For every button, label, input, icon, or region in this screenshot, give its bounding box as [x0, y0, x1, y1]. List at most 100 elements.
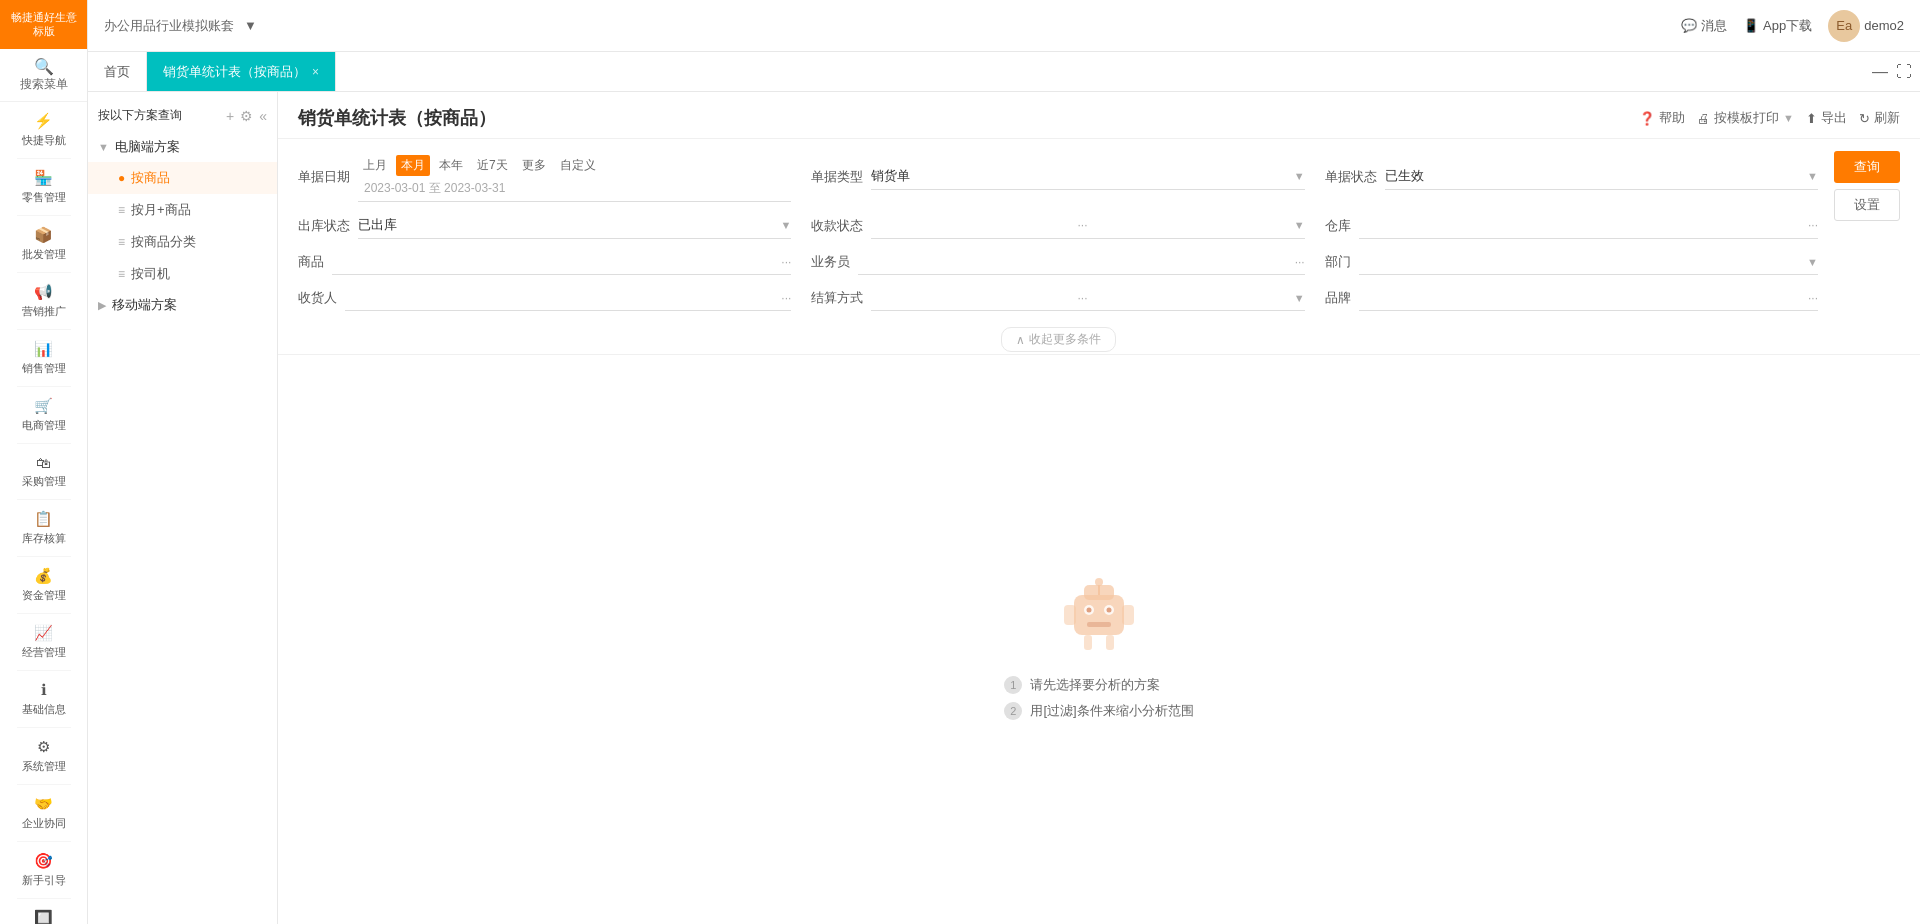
svg-rect-10 [1122, 605, 1134, 625]
sidebar-item-9[interactable]: 📈经营管理 [17, 614, 71, 671]
empty-icon [1049, 560, 1149, 660]
sidebar-item-7[interactable]: 📋库存核算 [17, 500, 71, 557]
print-btn[interactable]: 🖨 按模板打印 ▼ [1697, 109, 1794, 127]
recvstatus-arrow: ▼ [1294, 219, 1305, 231]
nav-icon: 📊 [34, 340, 53, 358]
tab-close-btn[interactable]: × [312, 65, 319, 79]
workspace-dropdown[interactable]: ▼ [244, 18, 257, 33]
header-right: 💬 消息 📱 App下载 Ea demo2 [1681, 10, 1904, 42]
sidebar-item-4[interactable]: 📊销售管理 [17, 330, 71, 387]
filter-dept-item: 部门 ▼ [1325, 249, 1818, 275]
page-title-bar: 销货单统计表（按商品） ❓ 帮助 🖨 按模板打印 ▼ ⬆ 导出 [278, 92, 1920, 139]
export-icon: ⬆ [1806, 111, 1817, 126]
scheme-item-driver[interactable]: ≡ 按司机 [88, 258, 277, 290]
docstatus-value: 已生效 [1385, 167, 1424, 185]
scheme-label-goods: 按商品 [131, 169, 170, 187]
sidebar-item-6[interactable]: 🛍采购管理 [17, 444, 71, 500]
app-download-btn[interactable]: 📱 App下载 [1743, 17, 1812, 35]
sidebar-item-14[interactable]: 🔲应用中心 [17, 899, 71, 924]
salesperson-input[interactable]: ··· [858, 249, 1304, 275]
payment-input[interactable]: ··· ▼ [871, 285, 1304, 311]
filter-and-query: 单据日期 上月 本月 本年 近7天 更多 自定义 20 [278, 139, 1920, 355]
tab-minimize-btn[interactable]: — [1872, 63, 1888, 81]
download-icon: 📱 [1743, 18, 1759, 33]
filter-warehouse-item: 仓库 ··· [1325, 212, 1818, 239]
scheme-item-month-goods[interactable]: ≡ 按月+商品 [88, 194, 277, 226]
sidebar-item-12[interactable]: 🤝企业协同 [17, 785, 71, 842]
scheme-item-category[interactable]: ≡ 按商品分类 [88, 226, 277, 258]
refresh-icon: ↻ [1859, 111, 1870, 126]
left-panel: 按以下方案查询 + ⚙ « ▼ 电脑端方案 ● 按商品 [88, 92, 278, 924]
right-panel: 销货单统计表（按商品） ❓ 帮助 🖨 按模板打印 ▼ ⬆ 导出 [278, 92, 1920, 924]
date-tab-7days[interactable]: 近7天 [472, 155, 513, 176]
filter-docstatus-item: 单据状态 已生效 ▼ [1325, 151, 1818, 202]
svg-rect-6 [1087, 622, 1111, 627]
brand-input[interactable]: ··· [1359, 285, 1818, 311]
export-btn[interactable]: ⬆ 导出 [1806, 109, 1847, 127]
scheme-group-header-mobile[interactable]: ▶ 移动端方案 [88, 290, 277, 320]
query-btn[interactable]: 查询 [1834, 151, 1900, 183]
refresh-btn[interactable]: ↻ 刷新 [1859, 109, 1900, 127]
scheme-icon-goods: ● [118, 171, 125, 185]
sidebar-item-5[interactable]: 🛒电商管理 [17, 387, 71, 444]
tab-maximize-btn[interactable]: ⛶ [1896, 63, 1912, 81]
logo-text: 畅捷通好生意 标版 [11, 10, 77, 39]
panel-add-icon[interactable]: + [226, 108, 234, 124]
scheme-group-desktop: ▼ 电脑端方案 ● 按商品 ≡ 按月+商品 ≡ 按商品分类 [88, 132, 277, 290]
user-btn[interactable]: Ea demo2 [1828, 10, 1904, 42]
doctype-input[interactable]: 销货单 ▼ [871, 163, 1304, 190]
filter-form: 单据日期 上月 本月 本年 近7天 更多 自定义 20 [298, 151, 1818, 354]
settings-btn[interactable]: 设置 [1834, 189, 1900, 221]
sidebar-item-2[interactable]: 📦批发管理 [17, 216, 71, 273]
logo-area: 畅捷通好生意 标版 [0, 0, 87, 49]
scheme-label-driver: 按司机 [131, 265, 170, 283]
sidebar-item-10[interactable]: ℹ基础信息 [17, 671, 71, 728]
consignee-input[interactable]: ··· [345, 285, 791, 311]
nav-icon: 🏪 [34, 169, 53, 187]
nav-icon: 🛍 [36, 454, 51, 471]
date-tab-this-year[interactable]: 本年 [434, 155, 468, 176]
scheme-group-mobile: ▶ 移动端方案 [88, 290, 277, 320]
tip-text-2: 用[过滤]条件来缩小分析范围 [1030, 702, 1193, 720]
recvstatus-input[interactable]: ··· ▼ [871, 213, 1304, 239]
panel-collapse-icon[interactable]: « [259, 108, 267, 124]
sidebar-item-8[interactable]: 💰资金管理 [17, 557, 71, 614]
tab-active[interactable]: 销货单统计表（按商品） × [147, 52, 336, 91]
collapse-btn[interactable]: ∧ 收起更多条件 [1001, 327, 1116, 352]
help-btn[interactable]: ❓ 帮助 [1639, 109, 1685, 127]
date-tab-custom[interactable]: 自定义 [555, 155, 601, 176]
sidebar-item-11[interactable]: ⚙系统管理 [17, 728, 71, 785]
date-tab-last-month[interactable]: 上月 [358, 155, 392, 176]
sidebar-item-3[interactable]: 📢营销推广 [17, 273, 71, 330]
sidebar-item-13[interactable]: 🎯新手引导 [17, 842, 71, 899]
scheme-group-header-desktop[interactable]: ▼ 电脑端方案 [88, 132, 277, 162]
dept-label: 部门 [1325, 253, 1359, 271]
collapse-icon: ∧ [1016, 333, 1025, 347]
svg-rect-9 [1064, 605, 1076, 625]
dept-input[interactable]: ▼ [1359, 249, 1818, 275]
nav-icon: 📢 [34, 283, 53, 301]
svg-rect-0 [1074, 595, 1124, 635]
content-wrapper: 按以下方案查询 + ⚙ « ▼ 电脑端方案 ● 按商品 [88, 92, 1920, 924]
date-input[interactable]: 上月 本月 本年 近7天 更多 自定义 2023-03-01 至 2023-03… [358, 151, 791, 202]
panel-settings-icon[interactable]: ⚙ [240, 108, 253, 124]
sidebar-item-1[interactable]: 🏪零售管理 [17, 159, 71, 216]
scheme-item-goods[interactable]: ● 按商品 [88, 162, 277, 194]
warehouse-input[interactable]: ··· [1359, 213, 1818, 239]
date-tab-more[interactable]: 更多 [517, 155, 551, 176]
nav-label: 快捷导航 [22, 133, 66, 148]
doctype-label: 单据类型 [811, 168, 871, 186]
print-icon: 🖨 [1697, 111, 1710, 126]
sidebar-search-label: 搜索菜单 [20, 77, 68, 91]
sidebar-search-item[interactable]: 🔍 搜索菜单 [0, 49, 87, 102]
tab-home[interactable]: 首页 [88, 52, 147, 91]
date-tab-this-month[interactable]: 本月 [396, 155, 430, 176]
svg-rect-12 [1106, 635, 1114, 650]
nav-label: 资金管理 [22, 588, 66, 603]
docstatus-input[interactable]: 已生效 ▼ [1385, 163, 1818, 190]
message-btn[interactable]: 💬 消息 [1681, 17, 1727, 35]
tip-num-2: 2 [1004, 702, 1022, 720]
outstatus-input[interactable]: 已出库 ▼ [358, 212, 791, 239]
goods-input[interactable]: ··· [332, 249, 791, 275]
sidebar-item-0[interactable]: ⚡快捷导航 [17, 102, 71, 159]
